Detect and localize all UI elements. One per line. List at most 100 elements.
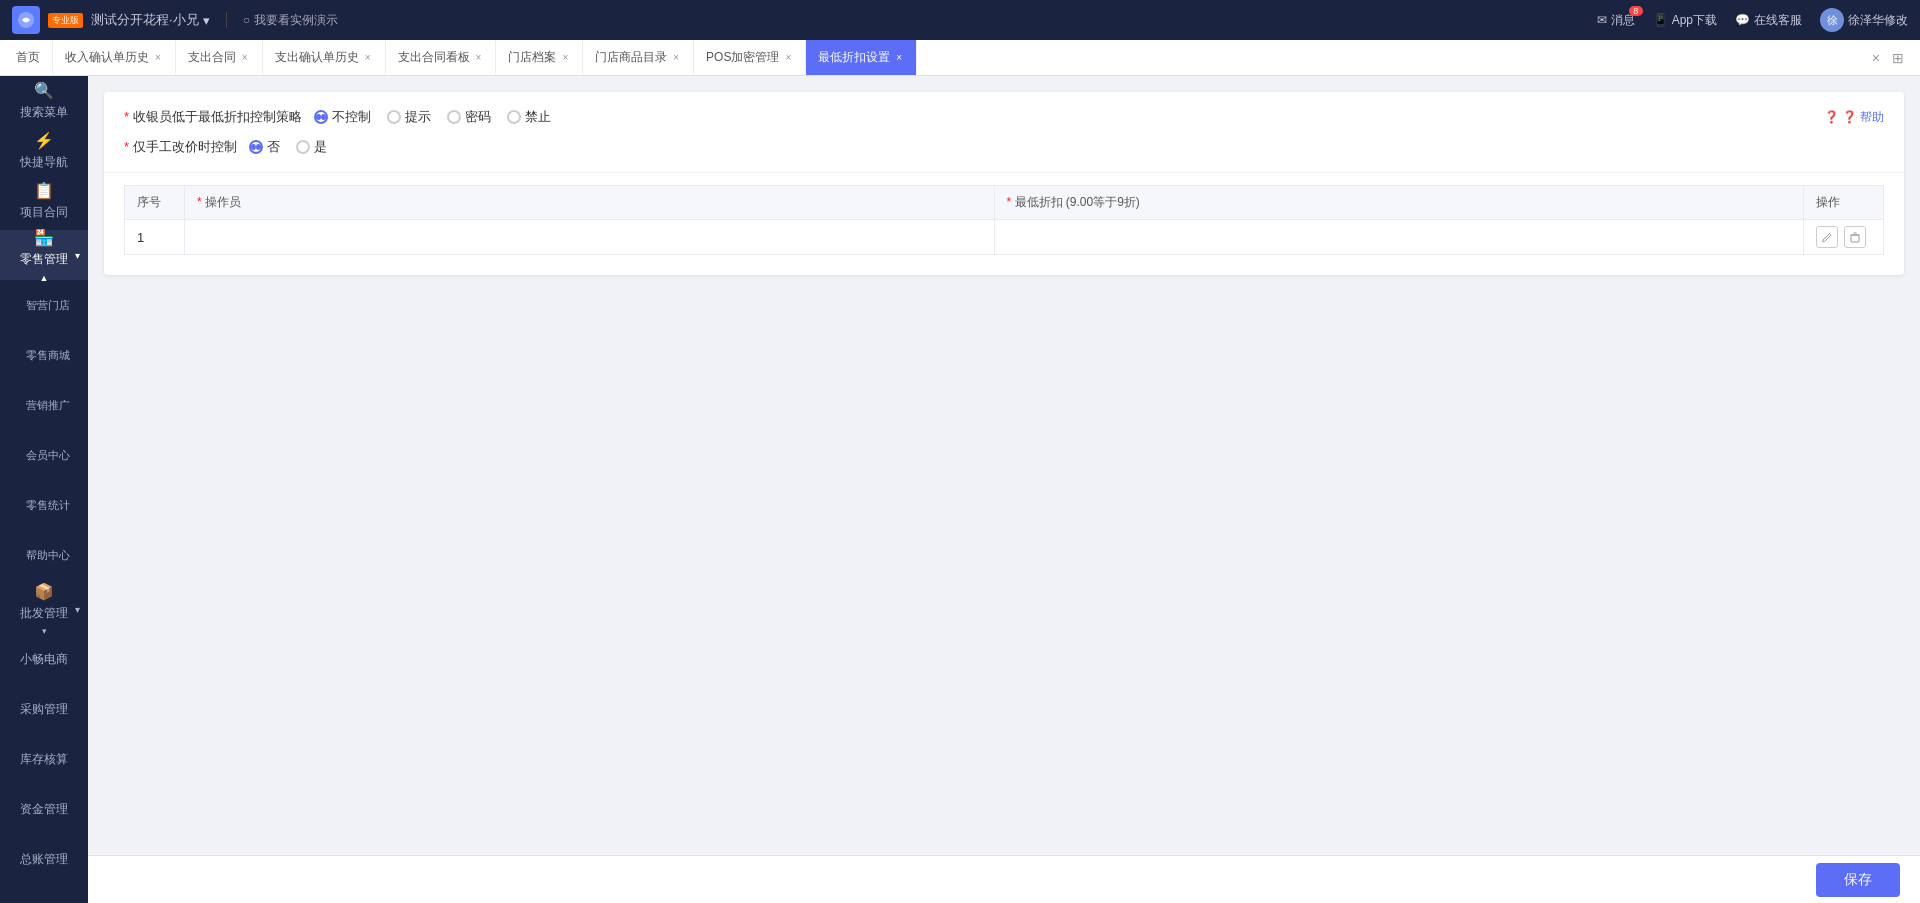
tab-payment-contract[interactable]: 支出合同 × [176, 40, 263, 76]
sidebar-item-retail-mall[interactable]: 零售商城 [0, 330, 88, 380]
demo-link[interactable]: ○ 我要看实例演示 [243, 12, 338, 29]
sidebar-item-marketing[interactable]: 营销推广 [0, 380, 88, 430]
sidebar-wholesale-label: 批发管理 [20, 605, 68, 622]
tab-payment-contract-label: 支出合同 [188, 49, 236, 66]
sidebar: 🔍 搜索菜单 ⚡ 快捷导航 📋 项目合同 🏪 零售管理 ▲ 智营门店 零售商城 … [0, 76, 88, 903]
policy-option-none-label: 不控制 [332, 108, 371, 126]
sidebar-item-wholesale[interactable]: 📦 批发管理 ▾ [0, 584, 88, 634]
tab-store-archive[interactable]: 门店档案 × [496, 40, 583, 76]
tab-payment-contract-close[interactable]: × [240, 52, 250, 64]
tab-payment-confirm-history-close[interactable]: × [363, 52, 373, 64]
col-header-discount: * 最低折扣 (9.00等于9折) [994, 186, 1804, 220]
main-card: 收银员低于最低折扣控制策略 不控制 提示 [104, 92, 1904, 275]
sidebar-item-search[interactable]: 🔍 搜索菜单 [0, 76, 88, 126]
manual-label: 仅手工改价时控制 [124, 138, 237, 156]
pro-badge: 专业版 [48, 13, 83, 28]
tab-min-discount-close[interactable]: × [894, 52, 904, 64]
tab-payment-board[interactable]: 支出合同看板 × [386, 40, 497, 76]
policy-radio-forbid[interactable] [507, 110, 521, 124]
delete-icon[interactable] [1844, 226, 1866, 248]
tab-store-product-label: 门店商品目录 [595, 49, 667, 66]
sidebar-item-ledger[interactable]: 总账管理 [0, 834, 88, 884]
sidebar-item-retail-management[interactable]: 🏪 零售管理 ▲ [0, 230, 88, 280]
app-download-button[interactable]: 📱 App下载 [1653, 12, 1717, 29]
ecommerce-label: 小畅电商 [20, 651, 68, 668]
content-area: 收银员低于最低折扣控制策略 不控制 提示 [88, 76, 1920, 903]
sidebar-item-inventory[interactable]: 库存核算 [0, 734, 88, 784]
tab-min-discount[interactable]: 最低折扣设置 × [806, 40, 917, 76]
sidebar-item-finance[interactable]: 资金管理 [0, 784, 88, 834]
member-center-label: 会员中心 [26, 448, 70, 463]
sidebar-item-quicknav[interactable]: ⚡ 快捷导航 [0, 126, 88, 176]
sidebar-retail-management-label: 零售管理 [20, 251, 68, 268]
project-dropdown-icon[interactable]: ▾ [203, 13, 210, 28]
tab-income-history-close[interactable]: × [153, 52, 163, 64]
app-download-label: App下载 [1672, 12, 1717, 29]
help-button[interactable]: ❓ ❓ 帮助 [1824, 109, 1884, 126]
smart-store-label: 智营门店 [26, 298, 70, 313]
discount-input[interactable] [1007, 230, 1792, 245]
tab-store-product[interactable]: 门店商品目录 × [583, 40, 694, 76]
col-header-seq: 序号 [125, 186, 185, 220]
sidebar-item-purchase[interactable]: 采购管理 [0, 684, 88, 734]
save-button[interactable]: 保存 [1816, 863, 1900, 897]
svg-rect-1 [1851, 235, 1859, 242]
sidebar-item-project-contract[interactable]: 📋 项目合同 [0, 176, 88, 226]
sidebar-item-ecommerce[interactable]: 小畅电商 [0, 634, 88, 684]
form-section: 收银员低于最低折扣控制策略 不控制 提示 [104, 92, 1904, 173]
sidebar-item-retail-stats[interactable]: 零售统计 [0, 480, 88, 530]
manual-radio-no[interactable] [249, 140, 263, 154]
policy-option-none[interactable]: 不控制 [314, 108, 371, 126]
messages-button[interactable]: ✉ 消息 8 [1597, 12, 1635, 29]
demo-icon: ○ [243, 13, 250, 27]
policy-option-hint-label: 提示 [405, 108, 431, 126]
tab-pos-password-label: POS加密管理 [706, 49, 779, 66]
cell-discount[interactable] [994, 220, 1804, 255]
edit-icon[interactable] [1816, 226, 1838, 248]
sidebar-item-smart-store[interactable]: 智营门店 [0, 280, 88, 330]
tab-payment-board-close[interactable]: × [474, 52, 484, 64]
tab-pos-password-close[interactable]: × [783, 52, 793, 64]
tab-payment-confirm-history[interactable]: 支出确认单历史 × [263, 40, 386, 76]
sidebar-project-contract-label: 项目合同 [20, 204, 68, 221]
sidebar-item-invoice[interactable]: 发票管理 [0, 884, 88, 903]
marketing-label: 营销推广 [26, 398, 70, 413]
tab-store-archive-close[interactable]: × [560, 52, 570, 64]
policy-label: 收银员低于最低折扣控制策略 [124, 108, 302, 126]
policy-option-forbid[interactable]: 禁止 [507, 108, 551, 126]
manual-option-yes[interactable]: 是 [296, 138, 327, 156]
footer: 保存 [88, 855, 1920, 903]
policy-option-hint[interactable]: 提示 [387, 108, 431, 126]
col-header-operator: * 操作员 [185, 186, 995, 220]
manual-radio-yes[interactable] [296, 140, 310, 154]
tab-menu-button[interactable]: ⊞ [1888, 48, 1908, 68]
sidebar-search-label: 搜索菜单 [20, 104, 68, 121]
user-avatar: 徐 [1820, 8, 1844, 32]
tabbar: 首页 收入确认单历史 × 支出合同 × 支出确认单历史 × 支出合同看板 × 门… [0, 40, 1920, 76]
policy-radio-none[interactable] [314, 110, 328, 124]
demo-label: 我要看实例演示 [254, 12, 338, 29]
user-name: 徐泽华修改 [1848, 12, 1908, 29]
cell-operator[interactable] [185, 220, 995, 255]
cell-seq: 1 [125, 220, 185, 255]
tab-income-history[interactable]: 收入确认单历史 × [53, 40, 176, 76]
tab-pos-password[interactable]: POS加密管理 × [694, 40, 806, 76]
tab-home[interactable]: 首页 [4, 40, 53, 76]
tab-store-archive-label: 门店档案 [508, 49, 556, 66]
policy-radio-password[interactable] [447, 110, 461, 124]
retail-mall-label: 零售商城 [26, 348, 70, 363]
quicknav-icon: ⚡ [34, 131, 54, 150]
tab-close-button[interactable]: × [1868, 48, 1884, 68]
table-section: 序号 * 操作员 * 最低折扣 (9.00等于9折) 操作 [104, 185, 1904, 275]
project-selector[interactable]: 测试分开花程·小兄 ▾ [91, 11, 210, 29]
online-service-button[interactable]: 💬 在线客服 [1735, 12, 1802, 29]
policy-radio-hint[interactable] [387, 110, 401, 124]
user-profile-button[interactable]: 徐 徐泽华修改 [1820, 8, 1908, 32]
sidebar-item-member-center[interactable]: 会员中心 [0, 430, 88, 480]
manual-option-no[interactable]: 否 [249, 138, 280, 156]
retail-stats-label: 零售统计 [26, 498, 70, 513]
sidebar-item-help-center[interactable]: 帮助中心 [0, 530, 88, 580]
operator-input[interactable] [197, 230, 982, 245]
policy-option-password[interactable]: 密码 [447, 108, 491, 126]
tab-store-product-close[interactable]: × [671, 52, 681, 64]
